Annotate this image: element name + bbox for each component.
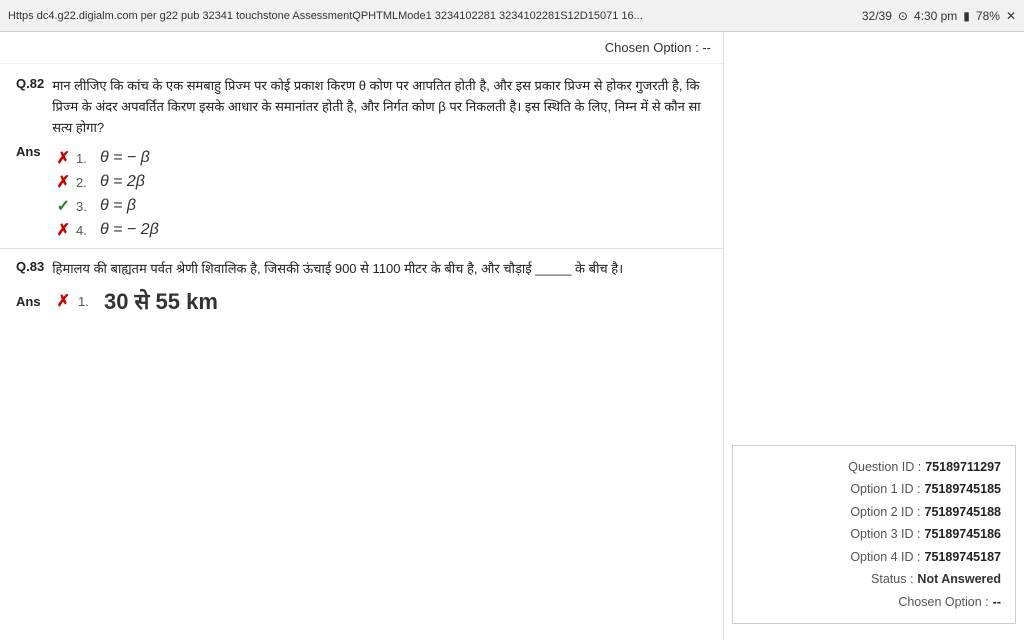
clock-icon: ⊙	[898, 9, 908, 23]
option-number-83-1: 1.	[78, 294, 96, 309]
option-82-3: ✓ 3. θ = β	[57, 196, 159, 216]
option-text-82-4: θ = − 2β	[100, 221, 159, 239]
question-82-block: Q.82 मान लीजिए कि कांच के एक समबाहु प्रि…	[0, 64, 723, 249]
url-bar: Https dc4.g22.digialm.com per g22 pub 32…	[8, 10, 854, 22]
option-82-2: ✗ 2. θ = 2β	[57, 172, 159, 192]
info-option1-id-row: Option 1 ID : 75189745185	[747, 478, 1001, 501]
question-82-number: Q.82	[16, 76, 44, 138]
ans-label-82: Ans	[16, 144, 41, 159]
option-number-82-1: 1.	[76, 151, 94, 166]
question-83-ans-row: Ans ✗ 1. 30 से 55 km	[16, 286, 707, 316]
info-chosen-row: Chosen Option : --	[747, 591, 1001, 614]
info-option4-id-row: Option 4 ID : 75189745187	[747, 546, 1001, 569]
info-status-label: Status :	[871, 568, 913, 591]
info-option3-id-row: Option 3 ID : 75189745186	[747, 523, 1001, 546]
info-status-value: Not Answered	[917, 568, 1001, 591]
info-option2-id-value: 75189745188	[925, 501, 1001, 524]
info-question-id-row: Question ID : 75189711297	[747, 456, 1001, 479]
bookmark-icon[interactable]: ✕	[1006, 9, 1016, 23]
info-option1-id-value: 75189745185	[925, 478, 1001, 501]
question-83-block: Q.83 हिमालय की बाह्यतम पर्वत श्रेणी शिवा…	[0, 249, 723, 322]
info-status-row: Status : Not Answered	[747, 568, 1001, 591]
option-number-82-2: 2.	[76, 175, 94, 190]
right-panel: Question ID : 75189711297 Option 1 ID : …	[724, 32, 1024, 640]
info-question-id-value: 75189711297	[925, 456, 1001, 479]
info-option1-id-label: Option 1 ID :	[850, 478, 920, 501]
cross-icon-83-1: ✗	[57, 291, 70, 311]
question-82-header: Q.82 मान लीजिए कि कांच के एक समबाहु प्रि…	[16, 76, 707, 138]
browser-bar: Https dc4.g22.digialm.com per g22 pub 32…	[0, 0, 1024, 32]
cross-icon-82-2: ✗	[57, 172, 70, 192]
info-question-id-label: Question ID :	[848, 456, 921, 479]
option-82-4: ✗ 4. θ = − 2β	[57, 220, 159, 240]
option-text-82-1: θ = − β	[100, 149, 150, 167]
info-option4-id-value: 75189745187	[925, 546, 1001, 569]
question-82-text: मान लीजिए कि कांच के एक समबाहु प्रिज्म प…	[52, 76, 707, 138]
left-panel: Chosen Option : -- Q.82 मान लीजिए कि कां…	[0, 32, 724, 640]
progress-indicator: 32/39	[862, 9, 892, 23]
option-text-82-2: θ = 2β	[100, 173, 145, 191]
info-box-82: Question ID : 75189711297 Option 1 ID : …	[732, 445, 1016, 625]
option-number-82-3: 3.	[76, 199, 94, 214]
battery-level: 78%	[976, 9, 1000, 23]
info-option3-id-label: Option 3 ID :	[850, 523, 920, 546]
options-list-82: ✗ 1. θ = − β ✗ 2. θ = 2β ✓ 3. θ = β	[57, 148, 159, 240]
cross-icon-82-1: ✗	[57, 148, 70, 168]
option-text-82-3: θ = β	[100, 197, 136, 215]
info-option4-id-label: Option 4 ID :	[850, 546, 920, 569]
question-82-ans-container: Ans ✗ 1. θ = − β ✗ 2. θ = 2β	[16, 144, 707, 240]
option-text-83-1: 30 से 55 km	[104, 286, 218, 316]
option-82-1: ✗ 1. θ = − β	[57, 148, 159, 168]
info-option2-id-row: Option 2 ID : 75189745188	[747, 501, 1001, 524]
battery-icon: ▮	[963, 9, 970, 23]
main-content: Chosen Option : -- Q.82 मान लीजिए कि कां…	[0, 32, 1024, 640]
info-option3-id-value: 75189745186	[925, 523, 1001, 546]
question-83-header: Q.83 हिमालय की बाह्यतम पर्वत श्रेणी शिवा…	[16, 259, 707, 280]
info-chosen-label: Chosen Option :	[898, 591, 988, 614]
check-icon-82-3: ✓	[57, 196, 70, 216]
cross-icon-82-4: ✗	[57, 220, 70, 240]
chosen-option-top: Chosen Option : --	[605, 40, 711, 55]
ans-label-83: Ans	[16, 294, 41, 309]
info-option2-id-label: Option 2 ID :	[850, 501, 920, 524]
question-83-text: हिमालय की बाह्यतम पर्वत श्रेणी शिवालिक ह…	[52, 259, 623, 280]
question-83-number: Q.83	[16, 259, 44, 280]
option-number-82-4: 4.	[76, 223, 94, 238]
browser-right: 32/39 ⊙ 4:30 pm ▮ 78% ✕	[862, 9, 1016, 23]
info-chosen-value: --	[993, 591, 1001, 614]
time-display: 4:30 pm	[914, 9, 957, 23]
